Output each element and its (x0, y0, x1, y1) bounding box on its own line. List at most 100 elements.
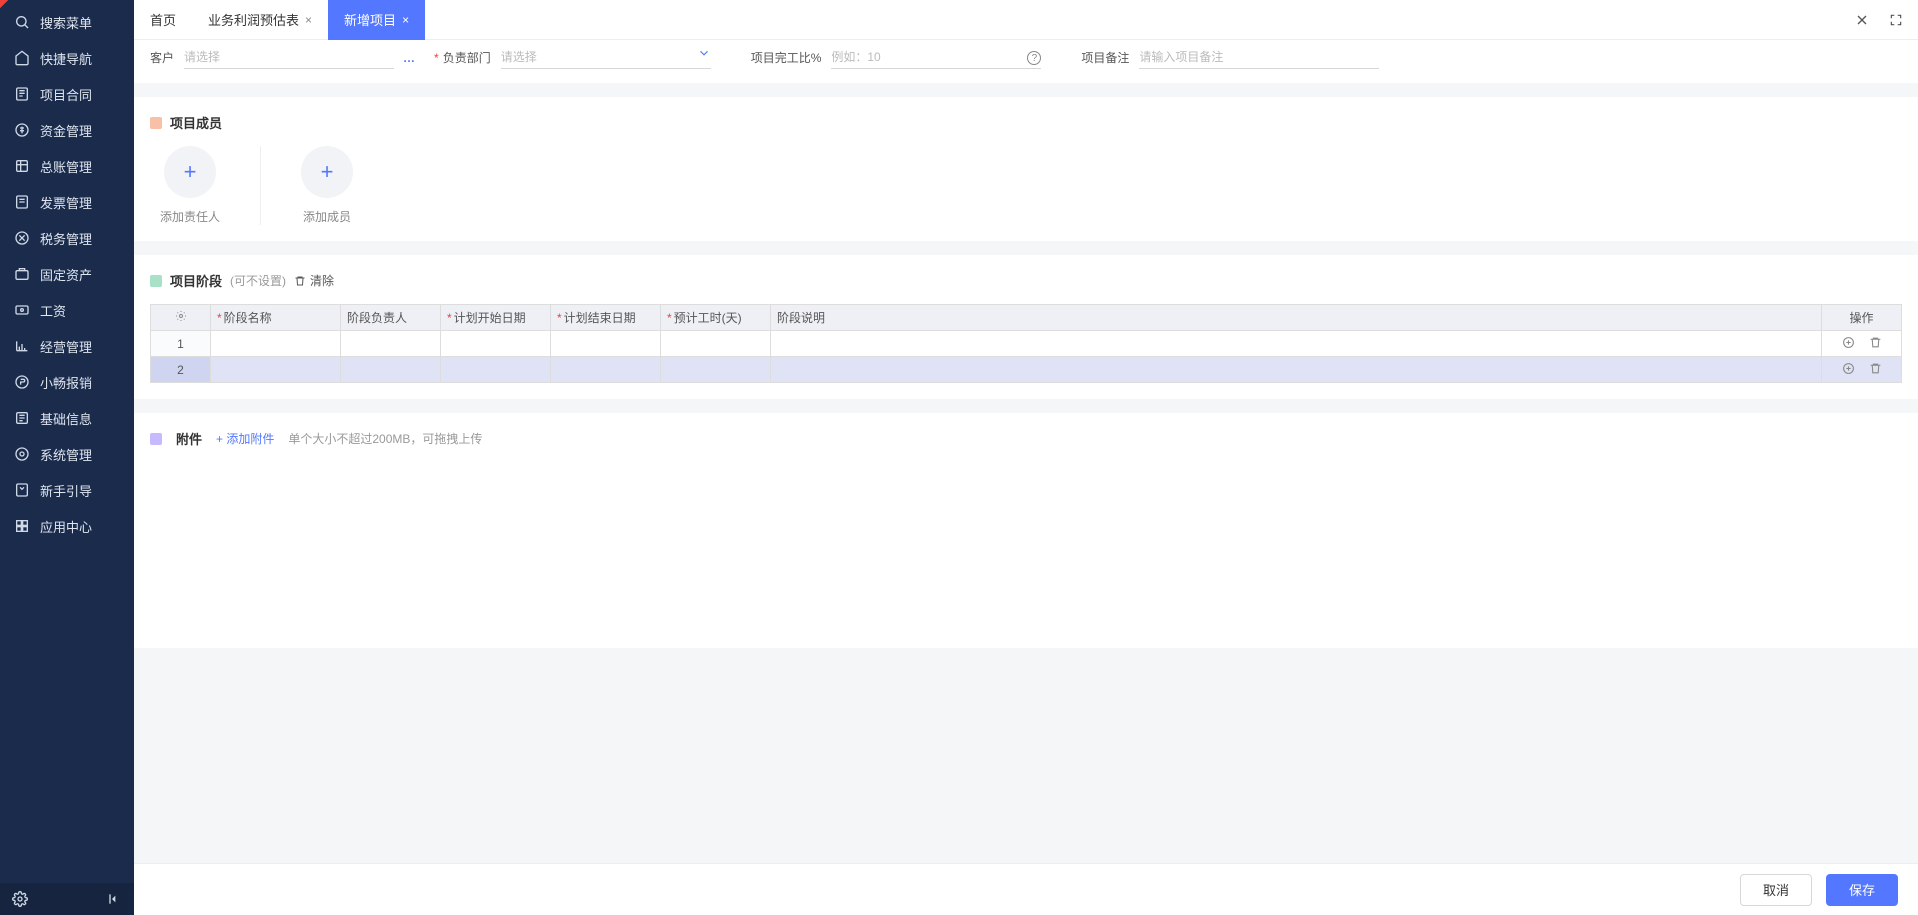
tab-close-icon[interactable]: × (402, 13, 409, 27)
col-stage-name: *阶段名称 (211, 305, 341, 331)
sidebar-item-search[interactable]: 搜索菜单 (0, 4, 134, 40)
section-members: 项目成员 + 添加责任人 + 添加成员 (134, 97, 1918, 241)
cancel-button[interactable]: 取消 (1740, 874, 1812, 906)
cell-stage-name[interactable] (211, 331, 341, 357)
ledger-icon (14, 158, 30, 174)
input-percent[interactable] (831, 46, 1041, 69)
add-attachment-button[interactable]: + 添加附件 (216, 430, 274, 447)
salary-icon (14, 302, 30, 318)
table-row[interactable]: 2 (151, 357, 1902, 383)
sidebar-item-label: 基础信息 (40, 409, 92, 428)
sidebar-item-salary[interactable]: 工资 (0, 292, 134, 328)
sidebar-item-business-manage[interactable]: 经营管理 (0, 328, 134, 364)
input-remark[interactable] (1139, 46, 1379, 69)
tab-业务利润预估表[interactable]: 业务利润预估表× (192, 0, 328, 40)
sidebar-item-system[interactable]: 系统管理 (0, 436, 134, 472)
section-icon-attach (150, 433, 162, 445)
tab-首页[interactable]: 首页 (134, 0, 192, 40)
form-strip: 客户 … 负责部门 项目完工比% ? 项目备注 (134, 40, 1918, 83)
cell-operations (1822, 331, 1902, 357)
sidebar-item-expense[interactable]: 小畅报销 (0, 364, 134, 400)
cell-est-hours[interactable] (661, 357, 771, 383)
sidebar-item-basicinfo[interactable]: 基础信息 (0, 400, 134, 436)
cell-stage-owner[interactable] (341, 331, 441, 357)
cell-stage-desc[interactable] (771, 331, 1822, 357)
sidebar-item-label: 总账管理 (40, 157, 92, 176)
invoice-icon (14, 194, 30, 210)
sidebar-item-label: 发票管理 (40, 193, 92, 212)
chevron-down-icon[interactable] (697, 46, 711, 63)
add-owner: + 添加责任人 (160, 146, 220, 225)
col-plan-start: *计划开始日期 (441, 305, 551, 331)
fullscreen-icon[interactable] (1886, 10, 1906, 30)
input-customer[interactable] (184, 46, 394, 69)
sidebar-item-label: 小畅报销 (40, 373, 92, 392)
add-owner-button[interactable]: + (164, 146, 216, 198)
row-delete-icon[interactable] (1869, 336, 1882, 352)
section-icon-stages (150, 275, 162, 287)
cell-plan-end[interactable] (551, 357, 661, 383)
cell-plan-start[interactable] (441, 357, 551, 383)
field-dept: 负责部门 (434, 46, 711, 69)
sidebar-item-funds[interactable]: 资金管理 (0, 112, 134, 148)
tab-close-icon[interactable]: × (305, 13, 312, 27)
tab-label: 新增项目 (344, 10, 396, 29)
cell-stage-desc[interactable] (771, 357, 1822, 383)
sidebar-item-label: 项目合同 (40, 85, 92, 104)
table-row[interactable]: 1 (151, 331, 1902, 357)
label-dept: 负责部门 (434, 49, 491, 66)
input-dept[interactable] (501, 46, 711, 69)
row-delete-icon[interactable] (1869, 362, 1882, 378)
sidebar-item-label: 固定资产 (40, 265, 92, 284)
more-customer-icon[interactable]: … (403, 51, 416, 65)
sidebar-item-label: 工资 (40, 301, 66, 320)
cell-est-hours[interactable] (661, 331, 771, 357)
col-gear[interactable] (151, 305, 211, 331)
sidebar-item-project-contract[interactable]: 项目合同 (0, 76, 134, 112)
quicknav-icon (14, 50, 30, 66)
close-panel-icon[interactable] (1852, 10, 1872, 30)
sidebar-item-appcenter[interactable]: 应用中心 (0, 508, 134, 544)
cell-stage-name[interactable] (211, 357, 341, 383)
cell-plan-end[interactable] (551, 331, 661, 357)
col-stage-owner: 阶段负责人 (341, 305, 441, 331)
col-plan-end: *计划结束日期 (551, 305, 661, 331)
sidebar-item-label: 快捷导航 (40, 49, 92, 68)
collapse-sidebar-icon[interactable] (106, 891, 122, 907)
business-manage-icon (14, 338, 30, 354)
row-add-icon[interactable] (1842, 362, 1855, 378)
sidebar-item-label: 经营管理 (40, 337, 92, 356)
sidebar-item-label: 应用中心 (40, 517, 92, 536)
sidebar-footer (0, 883, 134, 915)
section-title-stages: 项目阶段 (170, 271, 222, 290)
system-icon (14, 446, 30, 462)
sidebar-item-fixed-assets[interactable]: 固定资产 (0, 256, 134, 292)
sidebar-item-guide[interactable]: 新手引导 (0, 472, 134, 508)
cell-stage-owner[interactable] (341, 357, 441, 383)
cell-operations (1822, 357, 1902, 383)
appcenter-icon (14, 518, 30, 534)
add-member: + 添加成员 (301, 146, 353, 225)
col-est-hours: *预计工时(天) (661, 305, 771, 331)
sidebar-item-quicknav[interactable]: 快捷导航 (0, 40, 134, 76)
label-remark: 项目备注 (1081, 49, 1129, 66)
tab-新增项目[interactable]: 新增项目 × (328, 0, 425, 40)
section-icon-members (150, 117, 162, 129)
save-button[interactable]: 保存 (1826, 874, 1898, 906)
settings-icon[interactable] (12, 891, 28, 907)
section-stages: 项目阶段 (可不设置) 清除 (134, 255, 1918, 399)
add-member-button[interactable]: + (301, 146, 353, 198)
sidebar-item-tax[interactable]: 税务管理 (0, 220, 134, 256)
tax-icon (14, 230, 30, 246)
cell-plan-start[interactable] (441, 331, 551, 357)
sidebar-item-invoice[interactable]: 发票管理 (0, 184, 134, 220)
sidebar-item-label: 税务管理 (40, 229, 92, 248)
main: 首页业务利润预估表×新增项目× 客户 … 负责部门 (134, 0, 1918, 915)
sidebar-item-ledger[interactable]: 总账管理 (0, 148, 134, 184)
row-add-icon[interactable] (1842, 336, 1855, 352)
expense-icon (14, 374, 30, 390)
stages-clear-button[interactable]: 清除 (294, 272, 334, 289)
add-owner-label: 添加责任人 (160, 208, 220, 225)
sidebar-item-label: 新手引导 (40, 481, 92, 500)
field-percent: 项目完工比% ? (751, 46, 1042, 69)
